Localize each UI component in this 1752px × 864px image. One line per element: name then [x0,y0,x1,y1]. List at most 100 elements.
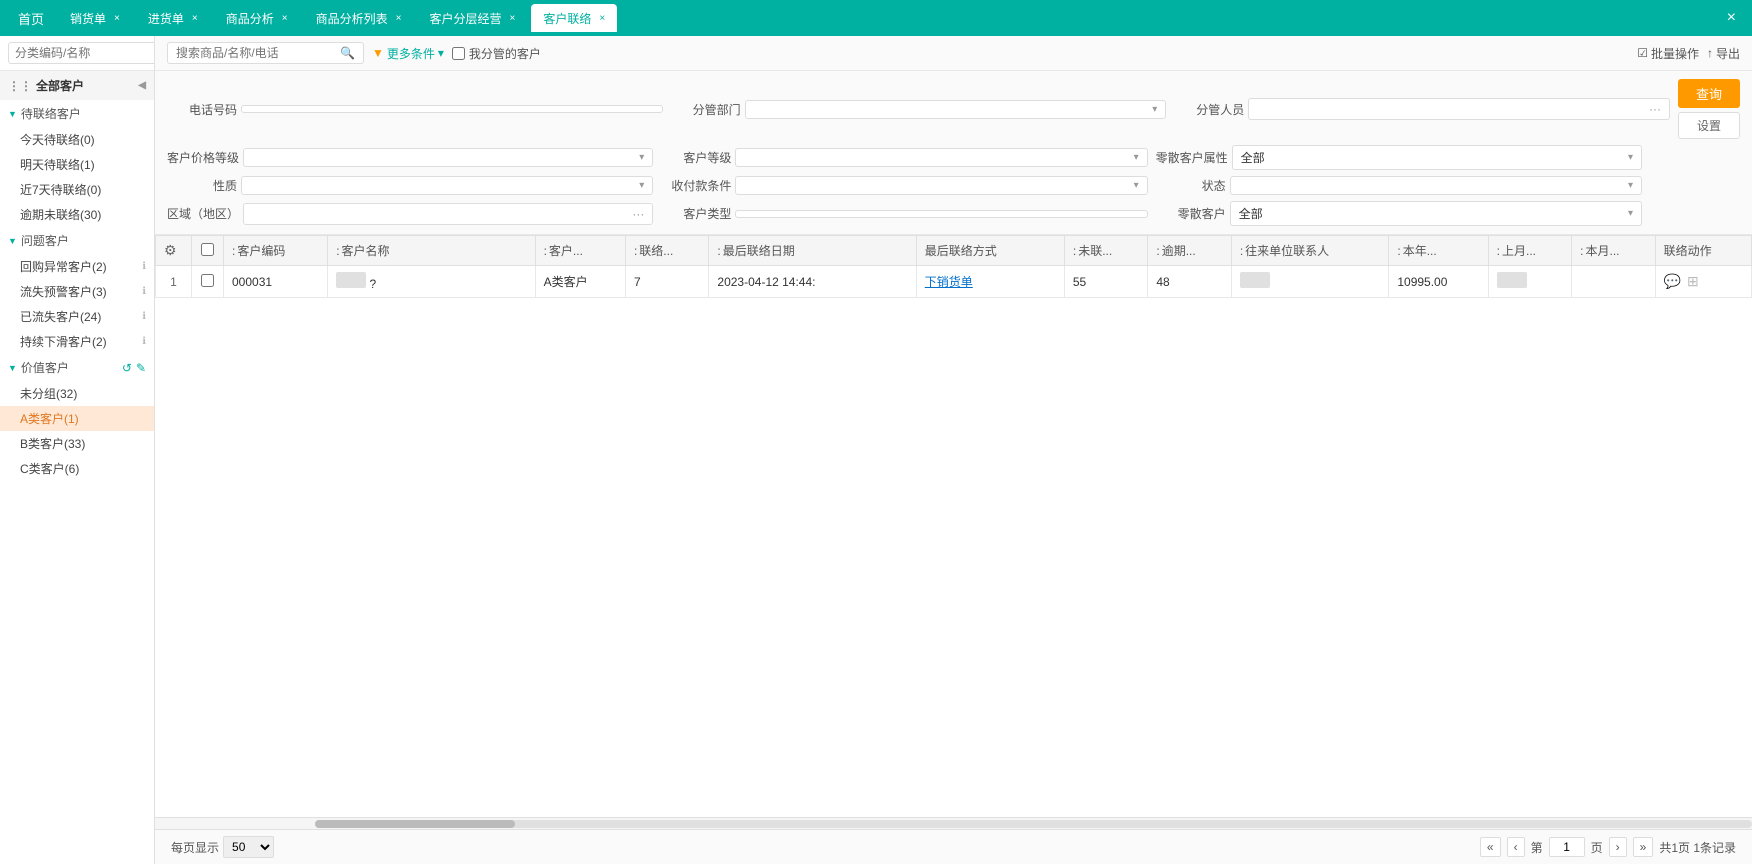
tab-customer-contact[interactable]: 客户联络 × [531,4,617,32]
value-customers-label[interactable]: 价值客户 [21,359,69,376]
col-checkbox[interactable] [192,236,224,266]
col-settings[interactable]: ⚙ [156,236,192,266]
main-layout: 🔍 ⋮⋮ 全部客户 ◀ ▼ 待联络客户 今天待联络(0) 明天待联络(1) 近7… [0,36,1752,864]
my-customers-check[interactable] [452,47,465,60]
sidebar-item-churn-warning[interactable]: 流失预警客户(3) ℹ [0,279,154,304]
col-this-year[interactable]: :本年... [1389,236,1488,266]
edit-icon[interactable]: ✎ [136,361,146,375]
col-this-month[interactable]: :本月... [1572,236,1655,266]
sidebar-search-input[interactable] [8,42,155,64]
filter-row-1: 电话号码 分管部门 ▾ 分管人员 ··· [167,79,1740,139]
customer-grade-select[interactable]: ▾ [735,148,1147,167]
col-customer-code[interactable]: :客户编码 [224,236,328,266]
prev-page-btn[interactable]: ‹ [1507,837,1525,857]
refresh-icon[interactable]: ↺ [122,361,132,375]
sidebar-item-tomorrow-contact[interactable]: 明天待联络(1) [0,152,154,177]
query-button[interactable]: 查询 [1678,79,1740,108]
col-customer-type[interactable]: :客户... [535,236,625,266]
tab-sales-order[interactable]: 销货单 × [58,4,132,32]
payment-select[interactable]: ▾ [735,176,1147,195]
tab-purchase-order[interactable]: 进货单 × [136,4,210,32]
col-uncontacted[interactable]: :未联... [1064,236,1147,266]
region-select[interactable]: ··· [243,203,653,225]
info-icon-3: ℹ [142,311,146,322]
close-customer-tier-icon[interactable]: × [509,13,515,24]
sidebar: 🔍 ⋮⋮ 全部客户 ◀ ▼ 待联络客户 今天待联络(0) 明天待联络(1) 近7… [0,36,155,864]
tab-product-analysis-list[interactable]: 商品分析列表 × [304,4,414,32]
name-placeholder [336,272,366,288]
first-page-btn[interactable]: « [1480,837,1501,857]
col-overdue[interactable]: :逾期... [1148,236,1231,266]
sidebar-item-a-class[interactable]: A类客户(1) [0,406,154,431]
collapse-icon[interactable]: ◀ [138,80,146,91]
home-tab[interactable]: 首页 [8,9,54,28]
sidebar-item-7day-contact[interactable]: 近7天待联络(0) [0,177,154,202]
page-label: 第 [1531,839,1543,856]
all-customers-header[interactable]: ⋮⋮ 全部客户 ◀ [0,71,154,100]
status-select[interactable]: ▾ [1230,176,1642,195]
sidebar-item-declining[interactable]: 持续下滑客户(2) ℹ [0,329,154,354]
phone-select[interactable] [241,105,663,113]
row-checkbox-cell[interactable] [192,266,224,298]
select-all-checkbox[interactable] [201,243,214,256]
more-conditions-btn[interactable]: ▼ 更多条件 ▾ [372,45,444,62]
cell-last-contact-method[interactable]: 下销货单 [916,266,1064,298]
sidebar-item-today-contact[interactable]: 今天待联络(0) [0,127,154,152]
cell-action[interactable]: 💬 ⊞ [1655,266,1751,298]
top-nav: 首页 销货单 × 进货单 × 商品分析 × 商品分析列表 × 客户分层经营 × … [0,0,1752,36]
scrollbar-thumb [315,820,515,828]
row-checkbox[interactable] [201,274,214,287]
filter-search-input[interactable] [176,46,336,60]
col-company-contact[interactable]: :往来单位联系人 [1231,236,1389,266]
sidebar-item-c-class[interactable]: C类客户(6) [0,456,154,481]
close-product-analysis-icon[interactable]: × [282,13,288,24]
last-page-btn[interactable]: » [1633,837,1654,857]
person-select[interactable]: ··· [1248,98,1670,120]
per-page-select[interactable]: 50 100 200 [223,836,274,858]
col-last-contact-method[interactable]: 最后联络方式 [916,236,1064,266]
sidebar-item-overdue-contact[interactable]: 逾期未联络(30) [0,202,154,227]
qr-icon[interactable]: ⊞ [1687,273,1699,290]
price-grade-select[interactable]: ▾ [243,148,653,167]
sidebar-item-b-class[interactable]: B类客户(33) [0,431,154,456]
customer-type-select[interactable] [735,210,1147,218]
close-purchase-order-icon[interactable]: × [192,13,198,24]
col-last-month[interactable]: :上月... [1488,236,1571,266]
sidebar-item-ungrouped[interactable]: 未分组(32) [0,381,154,406]
contact-method-link[interactable]: 下销货单 [925,275,973,289]
table-row: 1 000031 ? A类客户 7 2023-04-12 14:44: [156,266,1752,298]
col-action[interactable]: 联络动作 [1655,236,1751,266]
tab-customer-tier[interactable]: 客户分层经营 × [417,4,527,32]
sidebar-item-repurchase-abnormal[interactable]: 回购异常客户(2) ℹ [0,254,154,279]
close-customer-contact-icon[interactable]: × [599,13,605,24]
tab-product-analysis[interactable]: 商品分析 × [214,4,300,32]
sidebar-item-churned[interactable]: 已流失客户(24) ℹ [0,304,154,329]
pending-contact-group[interactable]: ▼ 待联络客户 [0,100,154,127]
page-number-input[interactable] [1549,837,1585,857]
advanced-filters: 电话号码 分管部门 ▾ 分管人员 ··· [155,71,1752,235]
cell-last-contact-date: 2023-04-12 14:44: [709,266,916,298]
col-customer-name[interactable]: :客户名称 [328,236,535,266]
retail-attr-select[interactable]: 全部 ▾ [1232,145,1642,170]
bottom-scrollbar[interactable] [155,817,1752,829]
nature-select[interactable]: ▾ [241,176,653,195]
retail-select[interactable]: 全部 ▾ [1230,201,1642,226]
checkbox-icon: ☑ [1637,46,1648,60]
problem-customers-group[interactable]: ▼ 问题客户 [0,227,154,254]
close-all-icon[interactable]: × [1719,9,1744,27]
close-product-analysis-list-icon[interactable]: × [396,13,402,24]
filter-search-icon[interactable]: 🔍 [340,46,355,60]
close-sales-order-icon[interactable]: × [114,13,120,24]
dept-select[interactable]: ▾ [745,100,1167,119]
payment-chevron-icon: ▾ [1134,180,1139,191]
settings-button[interactable]: 设置 [1678,112,1740,139]
table-settings-icon[interactable]: ⚙ [164,242,177,258]
col-last-contact-date[interactable]: :最后联络日期 [709,236,916,266]
chat-icon[interactable]: 💬 [1664,273,1681,290]
my-customers-checkbox[interactable]: 我分管的客户 [452,45,541,62]
export-btn[interactable]: ↑ 导出 [1707,45,1740,62]
dept-chevron-icon: ▾ [1152,104,1157,115]
next-page-btn[interactable]: › [1609,837,1627,857]
batch-ops-btn[interactable]: ☑ 批量操作 [1637,45,1699,62]
col-contact-count[interactable]: :联络... [625,236,708,266]
